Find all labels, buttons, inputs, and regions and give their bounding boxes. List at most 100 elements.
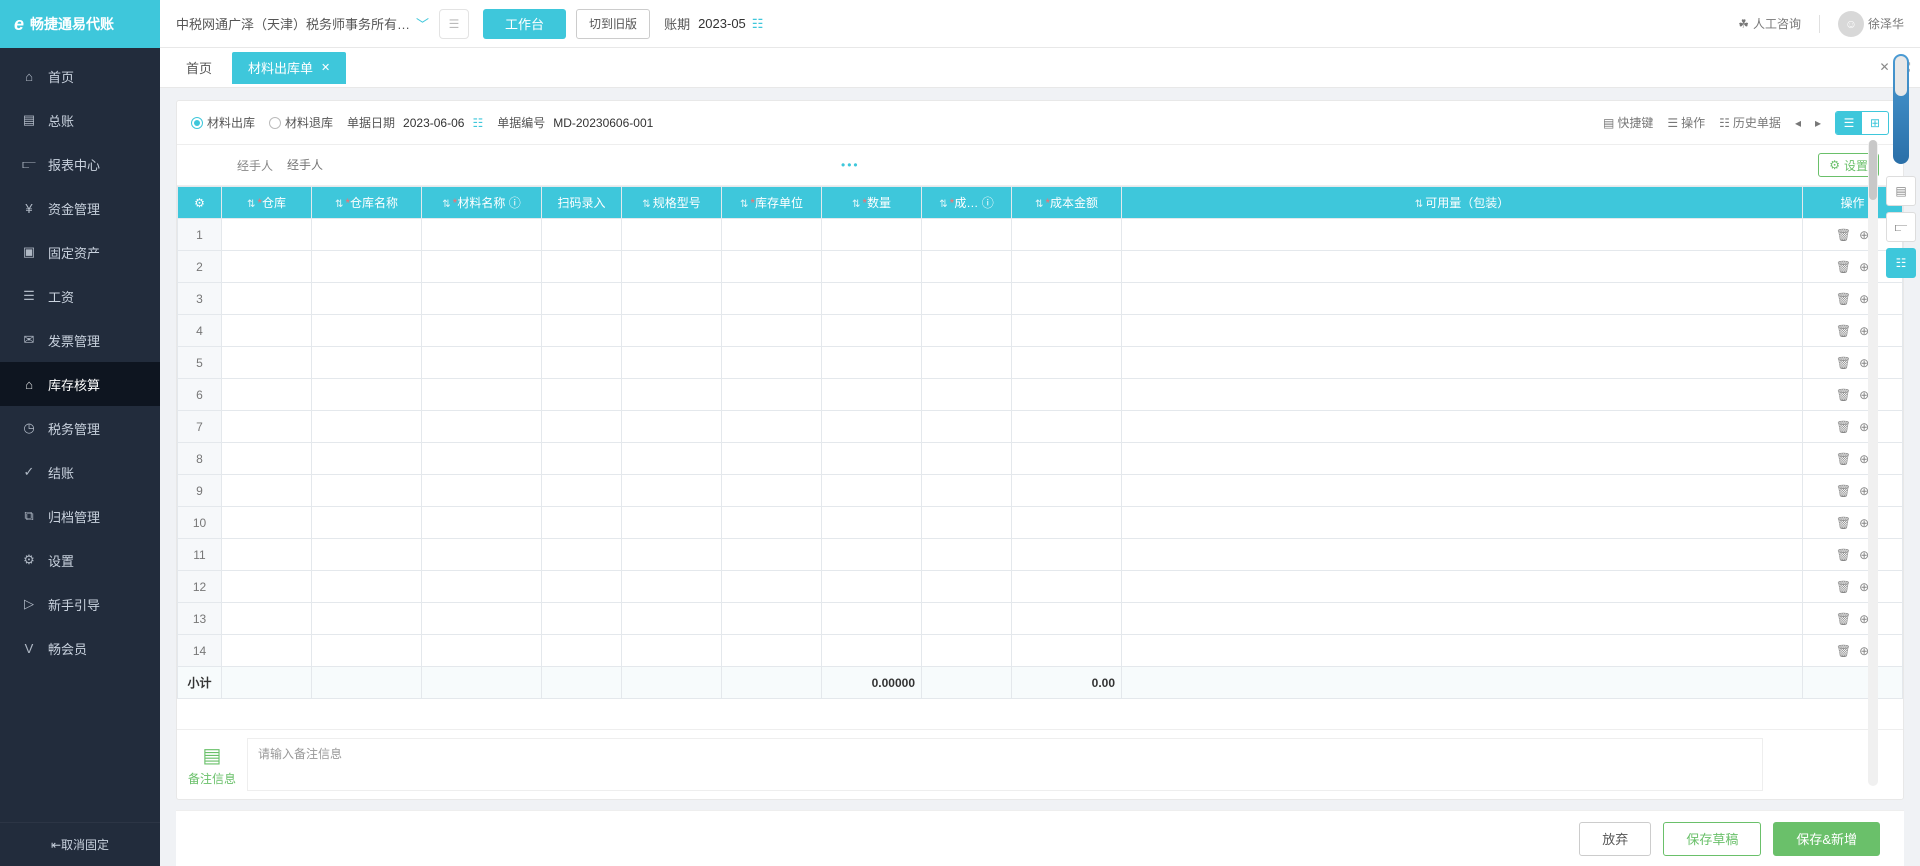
table-row[interactable]: 8🗑⊕ xyxy=(178,443,1903,475)
cell[interactable] xyxy=(1012,411,1122,443)
delete-icon[interactable]: 🗑 xyxy=(1836,548,1851,562)
cell[interactable] xyxy=(422,411,542,443)
cell[interactable] xyxy=(422,539,542,571)
workbench-button[interactable]: 工作台 xyxy=(483,9,566,39)
cell[interactable] xyxy=(542,219,622,251)
cell[interactable] xyxy=(222,347,312,379)
table-row[interactable]: 6🗑⊕ xyxy=(178,379,1903,411)
cell[interactable] xyxy=(542,315,622,347)
cell[interactable] xyxy=(622,475,722,507)
sidebar-item-6[interactable]: ✉发票管理 xyxy=(0,318,160,362)
cell[interactable] xyxy=(1012,379,1122,411)
cell[interactable] xyxy=(622,251,722,283)
cell[interactable] xyxy=(722,571,822,603)
delete-icon[interactable]: 🗑 xyxy=(1836,420,1851,434)
cell[interactable] xyxy=(922,475,1012,507)
cell[interactable] xyxy=(222,635,312,667)
sidebar-item-5[interactable]: ☰工资 xyxy=(0,274,160,318)
cell[interactable] xyxy=(922,443,1012,475)
col-7[interactable]: ⇅*成… ⓘ xyxy=(922,187,1012,219)
cell[interactable] xyxy=(1012,251,1122,283)
handler-input[interactable] xyxy=(287,158,487,172)
calendar-icon[interactable]: ☷ xyxy=(472,116,483,130)
cell[interactable] xyxy=(622,315,722,347)
cell[interactable] xyxy=(312,251,422,283)
cell[interactable] xyxy=(822,283,922,315)
cell[interactable] xyxy=(1122,379,1803,411)
cell[interactable] xyxy=(1012,443,1122,475)
delete-icon[interactable]: 🗑 xyxy=(1836,452,1851,466)
sidebar-item-7[interactable]: ⌂库存核算 xyxy=(0,362,160,406)
radio-return[interactable]: 材料退库 xyxy=(269,114,333,131)
cell[interactable] xyxy=(922,411,1012,443)
cell[interactable] xyxy=(1012,507,1122,539)
cell[interactable] xyxy=(312,603,422,635)
cell[interactable] xyxy=(1122,219,1803,251)
calendar-icon[interactable]: ☷ xyxy=(752,16,764,32)
doc-date-field[interactable]: 单据日期 2023-06-06 ☷ xyxy=(347,114,483,131)
cell[interactable] xyxy=(1012,315,1122,347)
cell[interactable] xyxy=(1122,443,1803,475)
cell[interactable] xyxy=(222,603,312,635)
cell[interactable] xyxy=(222,379,312,411)
cell[interactable] xyxy=(722,347,822,379)
col-0[interactable]: ⇅*仓库 xyxy=(222,187,312,219)
cell[interactable] xyxy=(312,347,422,379)
cell[interactable] xyxy=(822,443,922,475)
cell[interactable] xyxy=(622,219,722,251)
cell[interactable] xyxy=(722,283,822,315)
cell[interactable] xyxy=(1122,571,1803,603)
help-icon[interactable]: ⓘ xyxy=(982,196,994,210)
cell[interactable] xyxy=(1122,315,1803,347)
operate-link[interactable]: ☰ 操作 xyxy=(1667,114,1705,131)
sidebar-item-13[interactable]: V畅会员 xyxy=(0,626,160,670)
cell[interactable] xyxy=(622,507,722,539)
table-row[interactable]: 3🗑⊕ xyxy=(178,283,1903,315)
cell[interactable] xyxy=(622,283,722,315)
table-row[interactable]: 1🗑⊕ xyxy=(178,219,1903,251)
sidebar-unpin[interactable]: ⇤ 取消固定 xyxy=(0,822,160,866)
cell[interactable] xyxy=(312,283,422,315)
cell[interactable] xyxy=(312,219,422,251)
remark-input[interactable]: 请输入备注信息 xyxy=(247,738,1763,791)
cell[interactable] xyxy=(1012,571,1122,603)
rail-chart-icon[interactable]: ⫍ xyxy=(1886,212,1916,242)
cell[interactable] xyxy=(542,507,622,539)
cell[interactable] xyxy=(922,571,1012,603)
cell[interactable] xyxy=(822,603,922,635)
cell[interactable] xyxy=(422,571,542,603)
cell[interactable] xyxy=(222,571,312,603)
cell[interactable] xyxy=(422,507,542,539)
sidebar-item-0[interactable]: ⌂首页 xyxy=(0,54,160,98)
col-gear[interactable]: ⚙ xyxy=(178,187,222,219)
help-icon[interactable]: ⓘ xyxy=(509,196,521,210)
cell[interactable] xyxy=(922,251,1012,283)
cell[interactable] xyxy=(822,571,922,603)
sidebar-item-9[interactable]: ✓结账 xyxy=(0,450,160,494)
cell[interactable] xyxy=(542,283,622,315)
cell[interactable] xyxy=(822,635,922,667)
delete-icon[interactable]: 🗑 xyxy=(1836,324,1851,338)
cell[interactable] xyxy=(1012,475,1122,507)
delete-icon[interactable]: 🗑 xyxy=(1836,516,1851,530)
consult-link[interactable]: ☘ 人工咨询 xyxy=(1738,15,1801,32)
delete-icon[interactable]: 🗑 xyxy=(1836,292,1851,306)
sidebar-item-1[interactable]: ▤总账 xyxy=(0,98,160,142)
col-3[interactable]: 扫码录入 xyxy=(542,187,622,219)
cell[interactable] xyxy=(922,507,1012,539)
cell[interactable] xyxy=(1122,347,1803,379)
sidebar-item-2[interactable]: ⫍报表中心 xyxy=(0,142,160,186)
cell[interactable] xyxy=(1122,539,1803,571)
sidebar-item-12[interactable]: ▷新手引导 xyxy=(0,582,160,626)
cell[interactable] xyxy=(1122,603,1803,635)
delete-icon[interactable]: 🗑 xyxy=(1836,484,1851,498)
prev-icon[interactable]: ◂ xyxy=(1795,116,1801,130)
cell[interactable] xyxy=(422,475,542,507)
cell[interactable] xyxy=(1012,603,1122,635)
table-row[interactable]: 9🗑⊕ xyxy=(178,475,1903,507)
sidebar-item-8[interactable]: ◷税务管理 xyxy=(0,406,160,450)
cell[interactable] xyxy=(542,411,622,443)
col-1[interactable]: ⇅*仓库名称 xyxy=(312,187,422,219)
cell[interactable] xyxy=(422,347,542,379)
cell[interactable] xyxy=(312,539,422,571)
